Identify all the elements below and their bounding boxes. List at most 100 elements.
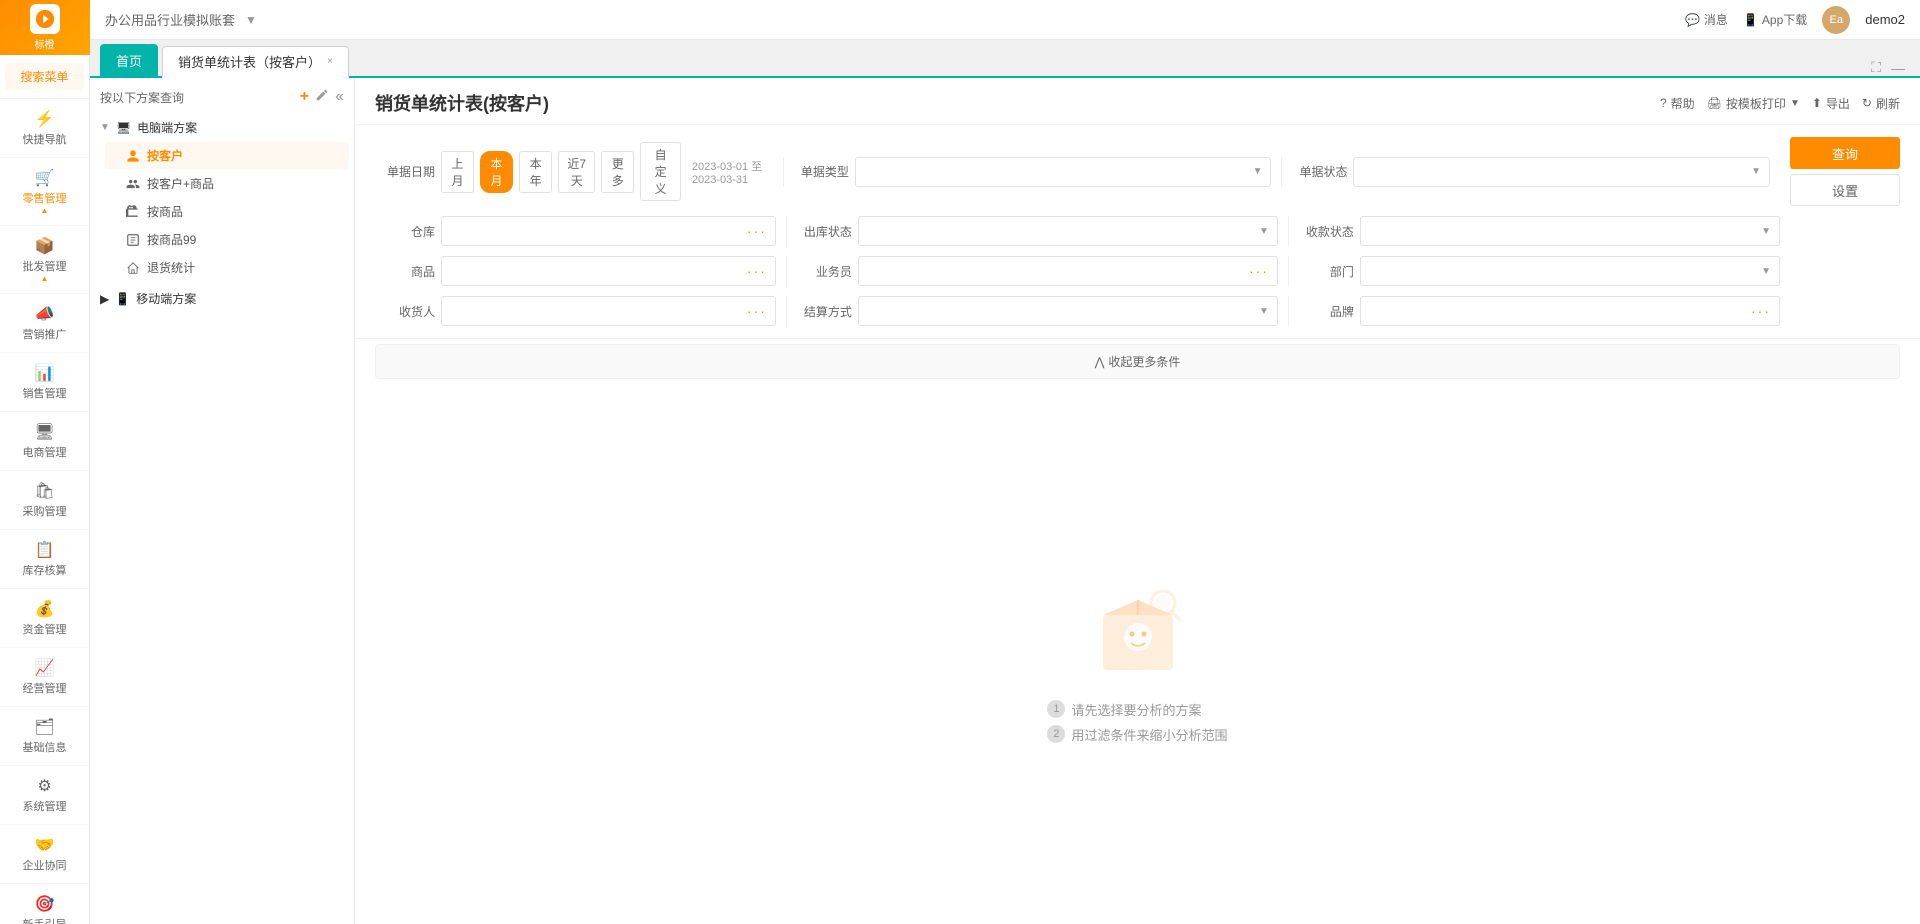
filter-settlement-select[interactable]: ▼ [858,296,1278,326]
app-download-label: App下载 [1762,11,1807,28]
sidebar-item-inventory[interactable]: 📋 库存核算 [0,530,89,589]
basic-icon: 🗂 [34,717,54,737]
collapse-more-button[interactable]: ⋀ 收起更多条件 [375,344,1900,379]
filter-doc-type-select[interactable]: ▼ [855,157,1272,187]
collapse-label: 收起更多条件 [1108,353,1180,370]
sidebar-item-label-newbie: 新手引导 [23,916,67,924]
print-dropdown-icon: ▼ [1790,98,1800,109]
filter-date-this-month[interactable]: 本月 [480,151,513,193]
tab-restore-icon[interactable]: ⛶ [1866,59,1886,76]
scheme-item-icon-goods [125,204,141,220]
filter-cell-goods: 商品 ··· [375,256,776,286]
purchase-icon: 🛍 [34,481,54,501]
scheme-item-by-customer[interactable]: 按客户 [105,142,349,169]
scheme-group-mobile-header[interactable]: ▶ 📱 移动端方案 [90,285,354,312]
scheme-item-return-stats[interactable]: 退货统计 [105,254,349,281]
sidebar-search[interactable]: 搜索菜单 [0,55,89,99]
marketing-icon: 📣 [35,304,55,324]
filter-date-last-month[interactable]: 上月 [441,151,474,193]
scheme-edit-button[interactable] [315,88,329,106]
sidebar-item-wholesale[interactable]: 📦 批发管理 [0,226,89,294]
inventory-icon: 📋 [35,540,55,560]
scheme-add-button[interactable]: + [300,88,309,106]
sidebar-logo[interactable]: 标橙 [0,0,90,55]
tab-home-label: 首页 [116,51,142,70]
export-icon: ⬆ [1812,96,1822,110]
message-label: 消息 [1704,11,1728,28]
filter-department-select[interactable]: ▼ [1360,256,1780,286]
filter-date-group: 上月 本月 本年 近7天 更多 自定义 2023-03-01 至 2023-03… [441,142,773,201]
help-button[interactable]: ? 帮助 [1660,95,1695,112]
filter-date-more[interactable]: 更多 [601,151,634,193]
settings-button[interactable]: 设置 [1790,174,1900,206]
empty-icon [1078,565,1198,685]
search-menu-button[interactable]: 搜索菜单 [5,63,84,90]
divider2 [1281,157,1282,187]
sidebar-item-purchase[interactable]: 🛍 采购管理 [0,471,89,530]
filter-brand-select[interactable]: ··· [1360,296,1780,326]
sidebar-item-label-basic: 基础信息 [23,739,67,755]
refresh-button[interactable]: ↻ 刷新 [1862,95,1900,112]
tab-active[interactable]: 销货单统计表（按客户） × [162,46,349,78]
sidebar-item-operation[interactable]: 📈 经营管理 [0,648,89,707]
filter-goods-select[interactable]: ··· [441,256,776,286]
tab-home[interactable]: 首页 [100,44,158,76]
sidebar-item-label-inventory: 库存核算 [23,562,67,578]
sidebar-item-sales[interactable]: 📊 销售管理 [0,353,89,412]
scheme-group-desktop-header[interactable]: ▼ 🖥 电脑端方案 [90,114,354,141]
filter-payment-status-select[interactable]: ▼ [1360,216,1780,246]
avatar[interactable]: Ea [1822,6,1850,34]
filter-date-custom[interactable]: 自定义 [640,142,681,201]
scheme-item-label-return: 退货统计 [147,259,195,276]
filter-date-range: 2023-03-01 至 2023-03-31 [692,158,773,186]
filter-settlement-arrow: ▼ [1259,306,1269,317]
scheme-collapse-button[interactable]: « [335,88,344,106]
filter-out-status-select[interactable]: ▼ [858,216,1278,246]
topbar-dropdown-icon[interactable]: ▼ [245,13,257,27]
filter-receiver-select[interactable]: ··· [441,296,776,326]
right-area: 销货单统计表(按客户) ? 帮助 🖨 按模板打印 ▼ ⬆ 导出 [355,78,1920,924]
sidebar-item-label-marketing: 营销推广 [23,326,67,342]
sidebar-item-basic[interactable]: 🗂 基础信息 [0,707,89,766]
filter-department-arrow: ▼ [1761,266,1771,277]
export-button[interactable]: ⬆ 导出 [1812,95,1850,112]
print-button[interactable]: 🖨 按模板打印 ▼ [1707,95,1800,112]
filter-date-this-year[interactable]: 本年 [519,151,552,193]
sidebar-item-newbie[interactable]: 🎯 新手引导 [0,884,89,924]
filter-salesperson-select[interactable]: ··· [858,256,1278,286]
sidebar-item-system[interactable]: ⚙ 系统管理 [0,766,89,825]
tab-minimize-icon[interactable]: — [1886,60,1910,76]
scheme-item-label-customer-goods: 按客户+商品 [147,175,214,192]
page-content: 按以下方案查询 + « ▼ 🖥 电脑端方案 [90,78,1920,924]
tab-close-icon[interactable]: × [327,56,333,67]
sidebar-item-label-wholesale: 批发管理 [23,258,67,274]
scheme-item-customer-goods[interactable]: 按客户+商品 [105,170,349,197]
sidebar-item-label-enterprise: 企业协同 [23,857,67,873]
sidebar-item-ecommerce[interactable]: 🖥 电商管理 [0,412,89,471]
scheme-item-by-goods99[interactable]: 按商品99 [105,226,349,253]
filter-doc-type-label: 单据类型 [794,163,849,180]
filter-area: 单据日期 上月 本月 本年 近7天 更多 自定义 2023-03-01 至 20… [355,125,1920,339]
tab-bar: 首页 销货单统计表（按客户） × ⛶ — [90,40,1920,78]
sidebar-item-label-operation: 经营管理 [23,680,67,696]
scheme-item-by-goods[interactable]: 按商品 [105,198,349,225]
tip-text-2: 用过滤条件来缩小分析范围 [1071,725,1227,744]
sidebar-item-marketing[interactable]: 📣 营销推广 [0,294,89,353]
sidebar-item-enterprise[interactable]: 🤝 企业协同 [0,825,89,884]
filter-date-last7[interactable]: 近7天 [558,151,595,193]
filter-department-label: 部门 [1299,263,1354,280]
query-button[interactable]: 查询 [1790,137,1900,169]
enterprise-icon: 🤝 [35,835,55,855]
sidebar-item-finance[interactable]: 💰 资金管理 [0,589,89,648]
message-button[interactable]: 💬 消息 [1685,11,1728,28]
sales-icon: 📊 [35,363,55,383]
sidebar-item-quick[interactable]: ⚡ 快捷导航 [0,99,89,158]
filter-doc-status-select[interactable]: ▼ [1353,157,1770,187]
finance-icon: 💰 [35,599,55,619]
filter-warehouse-select[interactable]: ··· [441,216,776,246]
sidebar-item-retail[interactable]: 🛒 零售管理 [0,158,89,226]
filter-cell-salesperson: 业务员 ··· [797,256,1278,286]
divider8 [1288,296,1289,326]
app-download-button[interactable]: 📱 App下载 [1743,11,1807,28]
sidebar-item-label-system: 系统管理 [23,798,67,814]
